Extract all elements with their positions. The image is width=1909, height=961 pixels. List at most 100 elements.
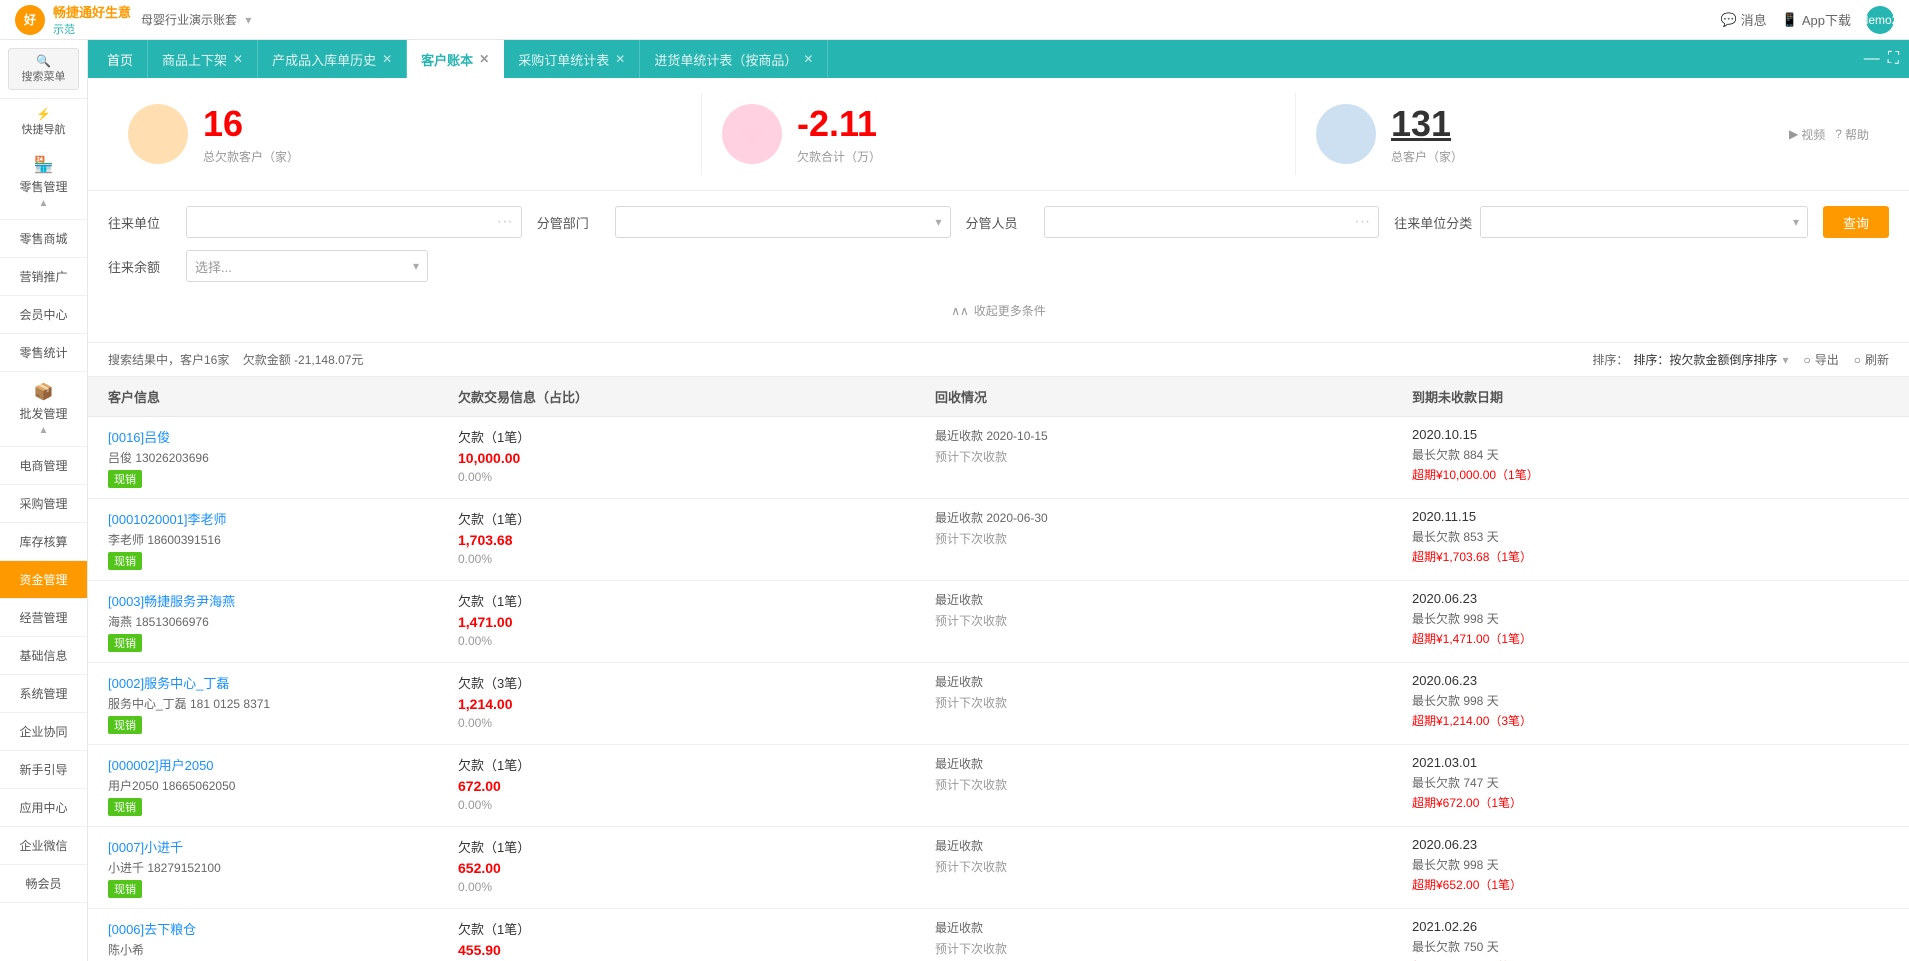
avatar[interactable]: demo2	[1866, 6, 1894, 34]
debt-amount-2[interactable]: 1,471.00	[458, 614, 935, 630]
sidebar-item-member-center[interactable]: 会员中心	[0, 296, 87, 334]
filter-input-unit[interactable]: ···	[186, 206, 522, 238]
sidebar-item-ecommerce[interactable]: 电商管理	[0, 447, 87, 485]
sidebar-item-retail-mall[interactable]: 零售商城	[0, 220, 87, 258]
sidebar-item-marketing[interactable]: 营销推广	[0, 258, 87, 296]
customer-tag-4: 现销	[108, 798, 142, 816]
debt-amount-0[interactable]: 10,000.00	[458, 450, 935, 466]
sidebar-item-wholesale-mgmt[interactable]: 📦 批发管理 ▲	[0, 372, 87, 447]
payment-next-3: 预计下次收款	[935, 694, 1412, 711]
collapse-btn[interactable]: ∧∧ 收起更多条件	[108, 294, 1889, 327]
sidebar-item-purchase-mgmt[interactable]: 采购管理	[0, 485, 87, 523]
filter-item-balance: 往来余额 选择... ▾	[108, 250, 428, 282]
table-row: [000002]用户2050 用户2050 18665062050 现销 欠款（…	[88, 745, 1909, 827]
customer-contact-4: 用户2050 18665062050	[108, 777, 458, 794]
stat-actions: ▶ 视频 ? 帮助	[1789, 126, 1869, 143]
stat-label-debt-customers: 总欠款客户（家）	[203, 148, 299, 165]
debt-amount-5[interactable]: 652.00	[458, 860, 935, 876]
tab-close-icon[interactable]: ✕	[615, 52, 625, 66]
app-download-btn[interactable]: 📱 App下载	[1782, 10, 1851, 29]
overdue-link-0[interactable]: 超期¥10,000.00（1笔）	[1412, 466, 1889, 483]
customer-name-link-6[interactable]: [0006]去下粮仓	[108, 919, 458, 938]
customer-name-link-3[interactable]: [0002]服务中心_丁磊	[108, 673, 458, 692]
message-btn[interactable]: 💬 消息	[1720, 10, 1766, 29]
overdue-link-2[interactable]: 超期¥1,471.00（1笔）	[1412, 630, 1889, 647]
debt-amount-3[interactable]: 1,214.00	[458, 696, 935, 712]
debt-percent-1: 0.00%	[458, 552, 935, 566]
debt-percent-0: 0.00%	[458, 470, 935, 484]
customer-name-link-0[interactable]: [0016]吕俊	[108, 427, 458, 446]
payment-info-1: 最近收款 2020-06-30 预计下次收款	[935, 509, 1412, 570]
payment-recent-5: 最近收款	[935, 837, 1412, 854]
video-btn[interactable]: ▶ 视频	[1789, 126, 1825, 143]
overdue-link-4[interactable]: 超期¥672.00（1笔）	[1412, 794, 1889, 811]
customer-name-link-1[interactable]: [0001020001]李老师	[108, 509, 458, 528]
customer-name-link-2[interactable]: [0003]畅捷服务尹海燕	[108, 591, 458, 610]
debt-count-3: 欠款（3笔）	[458, 673, 935, 692]
debt-info-2: 欠款（1笔） 1,471.00 0.00%	[458, 591, 935, 652]
stat-icon-money: ¥	[128, 104, 188, 164]
filter-item-dept: 分管部门 ▾	[537, 206, 951, 238]
table-row: [0002]服务中心_丁磊 服务中心_丁磊 181 0125 8371 现销 欠…	[88, 663, 1909, 745]
payment-next-2: 预计下次收款	[935, 612, 1412, 629]
nav-minimize-btn[interactable]: —	[1864, 50, 1880, 68]
overdue-link-1[interactable]: 超期¥1,703.68（1笔）	[1412, 548, 1889, 565]
export-btn[interactable]: ○ 导出	[1803, 351, 1838, 368]
tab-purchase-order-stats[interactable]: 采购订单统计表 ✕	[504, 40, 640, 78]
sidebar-item-app-center[interactable]: 应用中心	[0, 789, 87, 827]
sidebar-quick-nav[interactable]: ⚡ 快捷导航	[0, 99, 87, 145]
tab-product-listing[interactable]: 商品上下架 ✕	[148, 40, 258, 78]
tab-close-icon[interactable]: ✕	[233, 52, 243, 66]
tab-close-icon[interactable]: ✕	[382, 52, 392, 66]
sidebar-item-chang-member[interactable]: 畅会员	[0, 865, 87, 903]
sidebar-item-finance[interactable]: 资金管理	[0, 561, 87, 599]
filter-dropdown-dept[interactable]: ▾	[615, 206, 951, 238]
tab-home[interactable]: 首页	[93, 40, 148, 78]
tab-customer-ledger[interactable]: 客户账本 ✕	[407, 40, 504, 78]
sidebar-item-operations[interactable]: 经营管理	[0, 599, 87, 637]
logo-area: 好 畅捷通好生意 示范	[15, 2, 131, 37]
sidebar-item-retail-stats[interactable]: 零售统计	[0, 334, 87, 372]
sidebar-item-enterprise-collab[interactable]: 企业协同	[0, 713, 87, 751]
debt-amount-1[interactable]: 1,703.68	[458, 532, 935, 548]
search-button[interactable]: 查询	[1823, 206, 1889, 238]
customer-name-link-4[interactable]: [000002]用户2050	[108, 755, 458, 774]
customer-info-1: [0001020001]李老师 李老师 18600391516 现销	[108, 509, 458, 570]
overdue-link-5[interactable]: 超期¥652.00（1笔）	[1412, 876, 1889, 893]
payment-info-2: 最近收款 预计下次收款	[935, 591, 1412, 652]
due-date-5: 2020.06.23	[1412, 837, 1889, 852]
table-row: [0003]畅捷服务尹海燕 海燕 18513066976 现销 欠款（1笔） 1…	[88, 581, 1909, 663]
sidebar-item-system[interactable]: 系统管理	[0, 675, 87, 713]
sidebar-item-basic-info[interactable]: 基础信息	[0, 637, 87, 675]
filter-input-person[interactable]: ···	[1044, 206, 1380, 238]
customer-name-link-5[interactable]: [0007]小进千	[108, 837, 458, 856]
sidebar-item-enterprise-wechat[interactable]: 企业微信	[0, 827, 87, 865]
tab-close-icon[interactable]: ✕	[803, 52, 813, 66]
debt-count-1: 欠款（1笔）	[458, 509, 935, 528]
sidebar-search-btn[interactable]: 🔍 搜索菜单	[8, 48, 79, 90]
filter-item-unit: 往来单位 ···	[108, 206, 522, 238]
debt-amount-6[interactable]: 455.90	[458, 942, 935, 958]
sidebar-item-inventory[interactable]: 库存核算	[0, 523, 87, 561]
filter-dropdown-category[interactable]: ▾	[1480, 206, 1808, 238]
overdue-link-3[interactable]: 超期¥1,214.00（3笔）	[1412, 712, 1889, 729]
help-btn[interactable]: ? 帮助	[1835, 126, 1869, 143]
nav-maximize-btn[interactable]: ⛶	[1888, 50, 1899, 68]
stat-card-total-customers: 131 总客户（家） ▶ 视频 ? 帮助	[1296, 93, 1889, 175]
refresh-btn[interactable]: ○ 刷新	[1854, 351, 1889, 368]
payment-recent-3: 最近收款	[935, 673, 1412, 690]
logo-text: 畅捷通好生意 示范	[53, 2, 131, 37]
tab-production-history[interactable]: 产成品入库单历史 ✕	[258, 40, 407, 78]
due-date-2: 2020.06.23	[1412, 591, 1889, 606]
filter-dropdown-balance[interactable]: 选择... ▾	[186, 250, 428, 282]
debt-percent-5: 0.00%	[458, 880, 935, 894]
tab-close-icon[interactable]: ✕	[479, 52, 489, 66]
customer-tag-1: 现销	[108, 552, 142, 570]
sidebar-item-newbie-guide[interactable]: 新手引导	[0, 751, 87, 789]
tab-inventory-stats[interactable]: 进货单统计表（按商品） ✕	[640, 40, 828, 78]
sidebar-item-retail-mgmt[interactable]: 🏪 零售管理 ▲	[0, 145, 87, 220]
debt-amount-4[interactable]: 672.00	[458, 778, 935, 794]
due-days-5: 最长欠款 998 天	[1412, 856, 1889, 873]
company-select[interactable]: 母婴行业演示账套 ▾	[141, 11, 251, 28]
debt-percent-4: 0.00%	[458, 798, 935, 812]
